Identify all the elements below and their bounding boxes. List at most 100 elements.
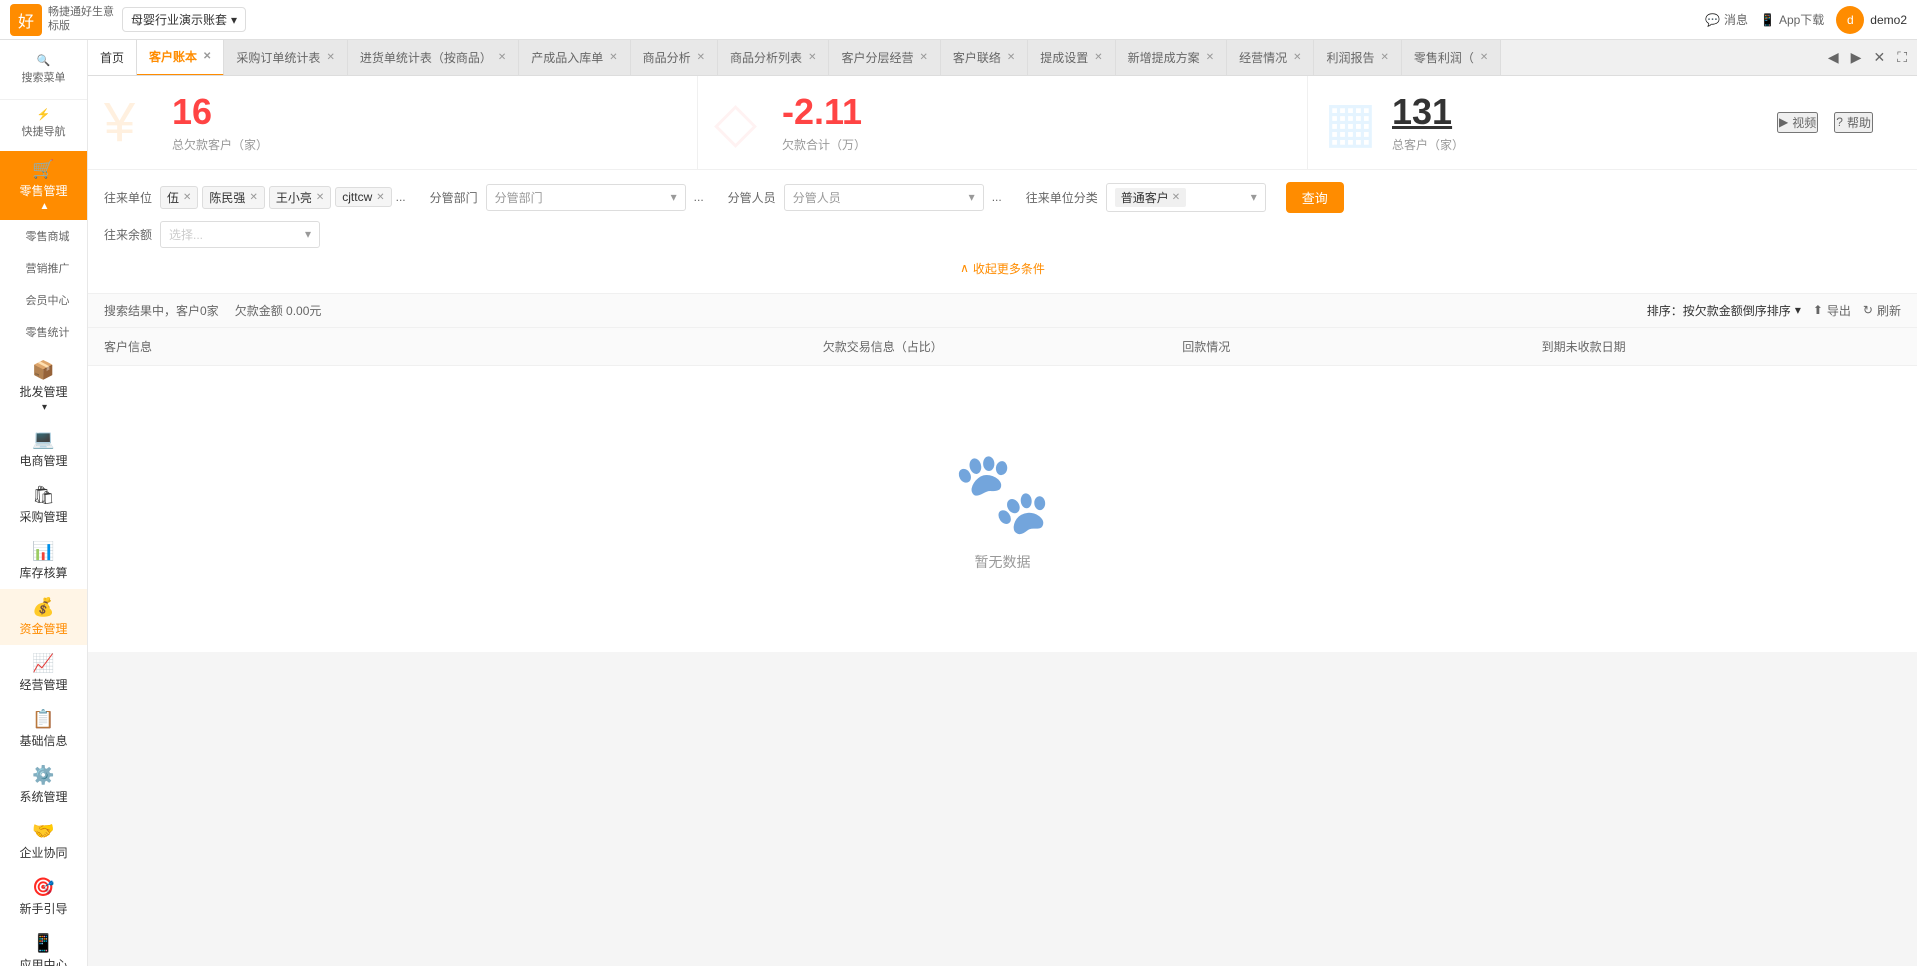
branch-person-more-button[interactable]: ... (992, 190, 1002, 204)
tab-nav-left-button[interactable]: ◀ (1824, 47, 1843, 68)
retail-mgmt-icon: 🛒 (32, 159, 54, 180)
tab-close-icon[interactable]: ✕ (203, 51, 211, 62)
tag-close-cjttcw[interactable]: ✕ (376, 192, 384, 203)
tag-close-wu[interactable]: ✕ (183, 192, 191, 203)
stat-value-total: 131 (1392, 92, 1464, 132)
unit-category-select[interactable]: 普通客户 ✕ ▾ (1106, 183, 1266, 212)
chevron-down-icon: ▾ (969, 190, 975, 204)
sidebar-item-wholesale-mgmt[interactable]: 📦 批发管理 ▾ (0, 352, 87, 421)
operation-icon: 📈 (32, 653, 54, 674)
tab-inventory-stats[interactable]: 进货单统计表（按商品） ✕ (348, 40, 519, 76)
sidebar-item-marketing[interactable]: 营销推广 (0, 252, 87, 284)
tag-close-wang[interactable]: ✕ (316, 192, 324, 203)
sidebar-item-retail-mgmt[interactable]: 🛒 零售管理 ▲ (0, 151, 87, 220)
stat-bg-building-icon: ▦ (1324, 89, 1377, 155)
branch-person-select[interactable]: 分管人员 ▾ (784, 184, 984, 211)
download-icon: 📱 (1760, 13, 1775, 27)
remaining-balance-select[interactable]: 选择... ▾ (160, 221, 320, 248)
sidebar-item-member-center[interactable]: 会员中心 (0, 284, 87, 316)
sidebar-item-purchase[interactable]: 🛍 采购管理 (0, 477, 87, 533)
tab-promotion-settings[interactable]: 提成设置 ✕ (1028, 40, 1115, 76)
tab-close-icon[interactable]: ✕ (1293, 52, 1301, 63)
collapse-filter-button[interactable]: ∧ 收起更多条件 (104, 256, 1901, 281)
quick-nav-button[interactable]: ⚡ 快捷导航 (0, 100, 87, 147)
sidebar-item-new-guide[interactable]: 🎯 新手引导 (0, 869, 87, 925)
tab-purchase-order[interactable]: 采购订单统计表 ✕ (224, 40, 347, 76)
sort-select[interactable]: 排序：按欠款金额倒序排序 ▾ (1647, 302, 1801, 319)
sidebar-item-retail-mall[interactable]: 零售商城 (0, 220, 87, 252)
tab-customer-account[interactable]: 客户账本 ✕ (137, 40, 224, 76)
tab-close-icon[interactable]: ✕ (697, 52, 705, 63)
query-button[interactable]: 查询 (1286, 182, 1344, 213)
basic-info-icon: 📋 (32, 709, 54, 730)
sidebar-item-ecommerce[interactable]: 💻 电商管理 (0, 421, 87, 477)
app-download-button[interactable]: 📱 App下载 (1760, 11, 1824, 28)
unit-category-tag: 普通客户 ✕ (1115, 188, 1186, 207)
tab-profit-report[interactable]: 利润报告 ✕ (1314, 40, 1401, 76)
tab-product-analysis-list[interactable]: 商品分析列表 ✕ (718, 40, 829, 76)
guide-icon: 🎯 (32, 877, 54, 898)
sidebar-item-finance[interactable]: 💰 资金管理 (0, 589, 87, 645)
finance-icon: 💰 (32, 597, 54, 618)
sort-label: 排序：按欠款金额倒序排序 (1647, 302, 1791, 319)
sidebar-item-app-center[interactable]: 📱 应用中心 (0, 925, 87, 966)
video-help-button[interactable]: ▶ 视频 (1777, 112, 1818, 133)
sidebar-item-enterprise-coop[interactable]: 🤝 企业协同 (0, 813, 87, 869)
branch-dept-label: 分管部门 (430, 189, 478, 206)
tab-close-icon[interactable]: ✕ (1007, 52, 1015, 63)
stat-info-total: 131 总客户（家） (1392, 92, 1464, 153)
tab-close-icon[interactable]: ✕ (808, 52, 816, 63)
tab-close-icon[interactable]: ✕ (1094, 52, 1102, 63)
tab-close-icon[interactable]: ✕ (609, 52, 617, 63)
tab-customer-contact[interactable]: 客户联络 ✕ (941, 40, 1028, 76)
tab-close-icon[interactable]: ✕ (1480, 52, 1488, 63)
sidebar-item-basic-info[interactable]: 📋 基础信息 (0, 701, 87, 757)
tab-nav-right-button[interactable]: ▶ (1847, 47, 1866, 68)
avatar: d (1836, 6, 1864, 34)
tab-home[interactable]: 首页 (88, 40, 137, 76)
filter-tag-chen: 陈民强 ✕ (202, 186, 264, 209)
chevron-down-icon: ▾ (1251, 190, 1257, 204)
tab-close-all-button[interactable]: ✕ (1869, 47, 1889, 68)
stat-bg-money-icon: ¥ (104, 90, 135, 155)
tag-close-chen[interactable]: ✕ (249, 192, 257, 203)
tab-customer-segment[interactable]: 客户分层经营 ✕ (829, 40, 940, 76)
filter-tag-cjttcw: cjttcw ✕ (335, 187, 391, 207)
stat-value-debt: -2.11 (782, 92, 866, 132)
message-button[interactable]: 💬 消息 (1705, 11, 1748, 28)
help-button[interactable]: ? 帮助 (1834, 112, 1873, 133)
search-menu-button[interactable]: 🔍 搜索菜单 (8, 48, 79, 91)
branch-dept-select[interactable]: 分管部门 ▾ (486, 184, 686, 211)
branch-dept-more-button[interactable]: ... (694, 190, 704, 204)
tab-close-icon[interactable]: ✕ (1206, 52, 1214, 63)
table-col-repayment: 回款情况 (1182, 338, 1541, 355)
tag-close-unit[interactable]: ✕ (1172, 192, 1180, 203)
tab-close-icon[interactable]: ✕ (1381, 52, 1389, 63)
content-area: 首页 客户账本 ✕ 采购订单统计表 ✕ 进货单统计表（按商品） ✕ 产成品入库单… (88, 40, 1917, 966)
sidebar-item-inventory[interactable]: 📊 库存核算 (0, 533, 87, 589)
stat-info-debtors: 16 总欠款客户（家） (172, 92, 268, 153)
table-col-debt-info: 欠款交易信息（占比） (823, 338, 1182, 355)
filter-row-2: 往来余额 选择... ▾ (104, 221, 1901, 248)
user-menu[interactable]: d demo2 (1836, 6, 1907, 34)
sidebar-item-retail-stats[interactable]: 零售统计 (0, 316, 87, 348)
tab-close-icon[interactable]: ✕ (498, 52, 506, 63)
sidebar-item-operation[interactable]: 📈 经营管理 (0, 645, 87, 701)
tab-add-promotion[interactable]: 新增提成方案 ✕ (1116, 40, 1227, 76)
sidebar-item-system[interactable]: ⚙️ 系统管理 (0, 757, 87, 813)
tab-product-analysis[interactable]: 商品分析 ✕ (631, 40, 718, 76)
tab-production[interactable]: 产成品入库单 ✕ (519, 40, 630, 76)
tab-maximize-button[interactable]: ⛶ (1893, 47, 1911, 68)
tab-business-status[interactable]: 经营情况 ✕ (1227, 40, 1314, 76)
refresh-button[interactable]: ↻ 刷新 (1863, 302, 1901, 319)
tab-retail-profit[interactable]: 零售利润（ ✕ (1402, 40, 1501, 76)
filter-more-button[interactable]: ... (396, 190, 406, 204)
logo: 好 畅捷通好生意 标版 (10, 4, 114, 36)
org-selector[interactable]: 母婴行业演示账套 ▾ (122, 7, 246, 32)
search-icon: 🔍 (37, 54, 51, 67)
tab-bar-actions: ◀ ▶ ✕ ⛶ (1818, 47, 1917, 68)
coop-icon: 🤝 (32, 821, 54, 842)
tab-close-icon[interactable]: ✕ (919, 52, 927, 63)
tab-close-icon[interactable]: ✕ (326, 52, 334, 63)
export-button[interactable]: ⬆ 导出 (1813, 302, 1851, 319)
